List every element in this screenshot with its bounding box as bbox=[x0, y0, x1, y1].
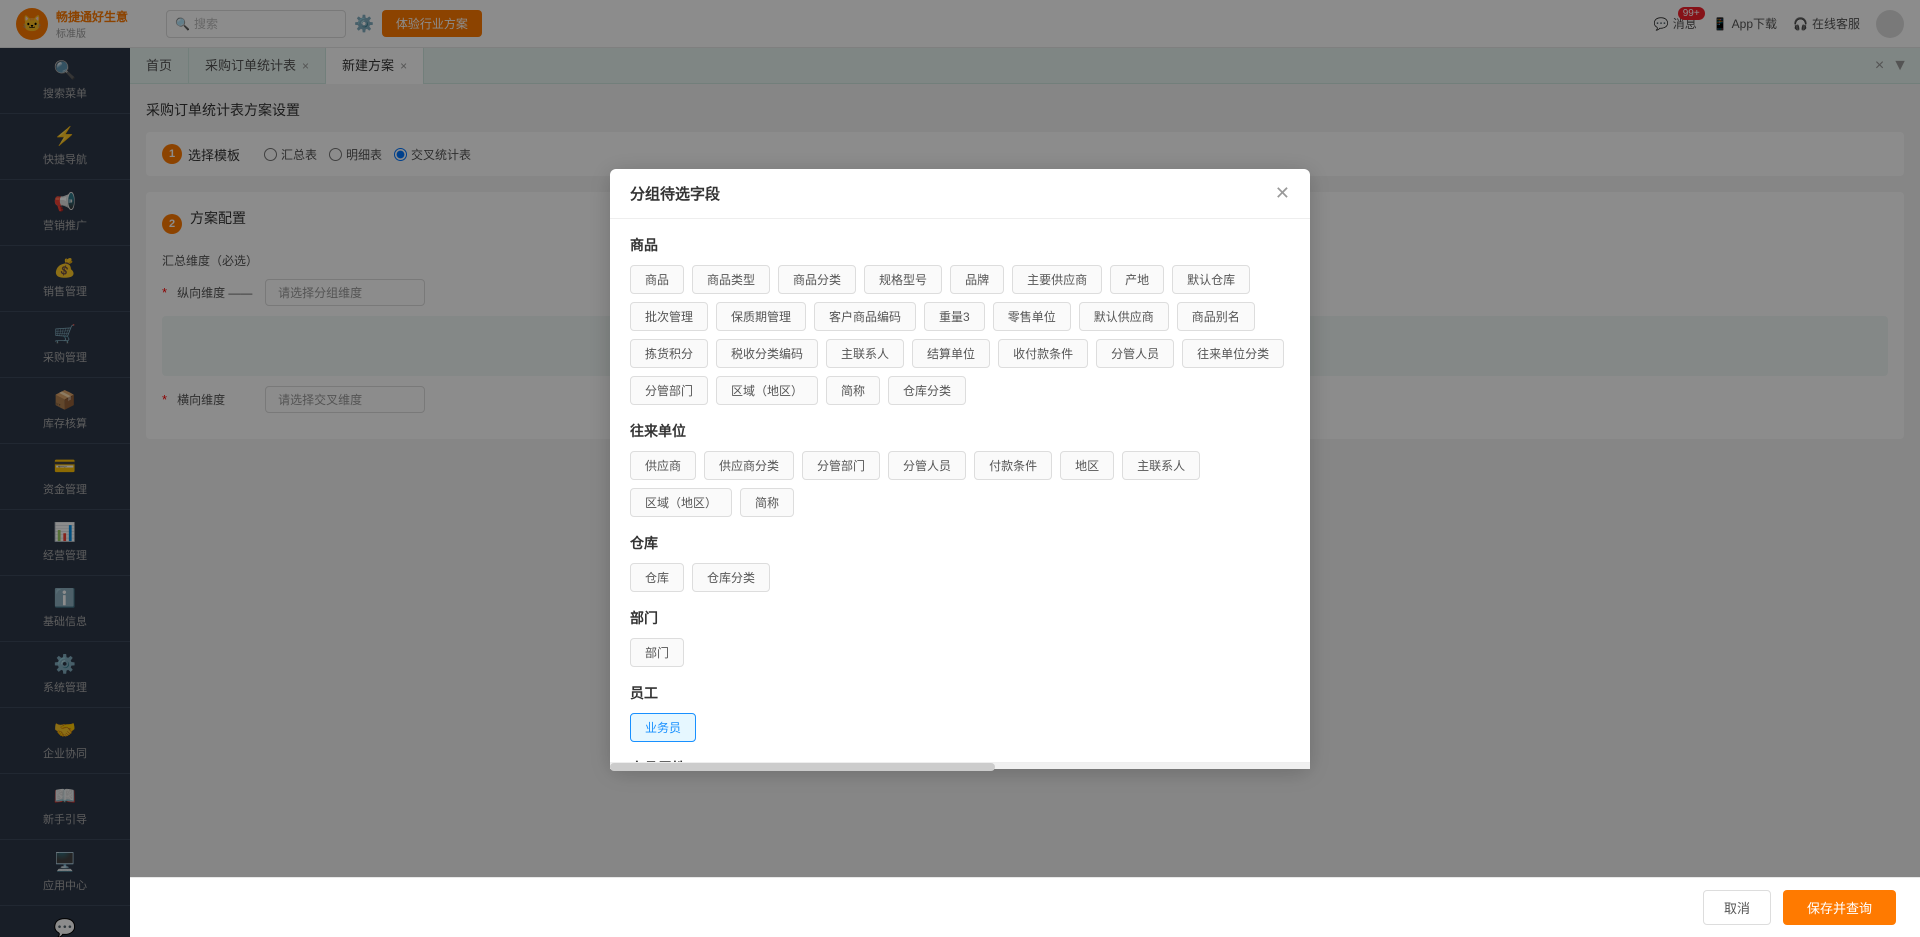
field-tag-warehouse-cat[interactable]: 仓库分类 bbox=[692, 563, 770, 592]
field-tag-shelf-life[interactable]: 保质期管理 bbox=[716, 302, 806, 331]
field-tag-counterpart-category[interactable]: 往来单位分类 bbox=[1182, 339, 1284, 368]
cancel-button[interactable]: 取消 bbox=[1703, 890, 1771, 925]
field-tag-pick-points[interactable]: 拣货积分 bbox=[630, 339, 708, 368]
field-tag-payment-terms[interactable]: 收付款条件 bbox=[998, 339, 1088, 368]
field-tag-default-warehouse[interactable]: 默认仓库 bbox=[1172, 265, 1250, 294]
field-tag-weight[interactable]: 重量3 bbox=[924, 302, 985, 331]
bottom-action-bar: 取消 保存并查询 bbox=[130, 877, 1920, 937]
section-goods-title: 商品 bbox=[630, 235, 1290, 255]
section-warehouse: 仓库 仓库 仓库分类 bbox=[630, 533, 1290, 592]
section-goods-tags: 商品 商品类型 商品分类 规格型号 品牌 主要供应商 产地 默认仓库 批次管理 … bbox=[630, 265, 1290, 405]
field-tag-batch-mgmt[interactable]: 批次管理 bbox=[630, 302, 708, 331]
modal-header: 分组待选字段 ✕ bbox=[610, 169, 1310, 219]
field-tag-salesperson[interactable]: 业务员 bbox=[630, 713, 696, 742]
field-tag-origin[interactable]: 产地 bbox=[1110, 265, 1164, 294]
section-counterpart: 往来单位 供应商 供应商分类 分管部门 分管人员 付款条件 地区 主联系人 区域… bbox=[630, 421, 1290, 517]
section-warehouse-title: 仓库 bbox=[630, 533, 1290, 553]
section-department-title: 部门 bbox=[630, 608, 1290, 628]
field-tag-counterpart-dept[interactable]: 分管部门 bbox=[802, 451, 880, 480]
field-tag-tax-code[interactable]: 税收分类编码 bbox=[716, 339, 818, 368]
field-tag-short-name[interactable]: 简称 bbox=[826, 376, 880, 405]
field-tag-goods[interactable]: 商品 bbox=[630, 265, 684, 294]
section-employee: 员工 业务员 bbox=[630, 683, 1290, 742]
field-tag-settlement-unit[interactable]: 结算单位 bbox=[912, 339, 990, 368]
field-tag-area[interactable]: 地区 bbox=[1060, 451, 1114, 480]
field-tag-short-name2[interactable]: 简称 bbox=[740, 488, 794, 517]
section-counterpart-title: 往来单位 bbox=[630, 421, 1290, 441]
scrollbar-thumb bbox=[610, 763, 995, 771]
field-tag-payment-cond[interactable]: 付款条件 bbox=[974, 451, 1052, 480]
modal-body: 商品 商品 商品类型 商品分类 规格型号 品牌 主要供应商 产地 默认仓库 批次… bbox=[610, 219, 1310, 762]
field-tag-retail-unit[interactable]: 零售单位 bbox=[993, 302, 1071, 331]
field-tag-brand[interactable]: 品牌 bbox=[950, 265, 1004, 294]
field-tag-region[interactable]: 区域（地区） bbox=[716, 376, 818, 405]
save-query-button[interactable]: 保存并查询 bbox=[1783, 890, 1896, 925]
field-tag-main-contact2[interactable]: 主联系人 bbox=[1122, 451, 1200, 480]
modal-close-icon[interactable]: ✕ bbox=[1275, 183, 1290, 204]
field-tag-goods-category[interactable]: 商品分类 bbox=[778, 265, 856, 294]
field-tag-dept[interactable]: 分管部门 bbox=[630, 376, 708, 405]
field-tag-department[interactable]: 部门 bbox=[630, 638, 684, 667]
field-tag-main-contact[interactable]: 主联系人 bbox=[826, 339, 904, 368]
field-tag-warehouse-category[interactable]: 仓库分类 bbox=[888, 376, 966, 405]
field-tag-goods-alias[interactable]: 商品别名 bbox=[1177, 302, 1255, 331]
field-tag-spec-model[interactable]: 规格型号 bbox=[864, 265, 942, 294]
modal-horizontal-scrollbar[interactable] bbox=[610, 762, 1310, 769]
section-warehouse-tags: 仓库 仓库分类 bbox=[630, 563, 1290, 592]
section-department: 部门 部门 bbox=[630, 608, 1290, 667]
section-counterpart-tags: 供应商 供应商分类 分管部门 分管人员 付款条件 地区 主联系人 区域（地区） … bbox=[630, 451, 1290, 517]
field-tag-default-supplier[interactable]: 默认供应商 bbox=[1079, 302, 1169, 331]
field-tag-supplier[interactable]: 供应商 bbox=[630, 451, 696, 480]
modal-dialog: 分组待选字段 ✕ 商品 商品 商品类型 商品分类 规格型号 品牌 主要供应商 产… bbox=[610, 169, 1310, 769]
field-tag-region2[interactable]: 区域（地区） bbox=[630, 488, 732, 517]
field-tag-main-supplier[interactable]: 主要供应商 bbox=[1012, 265, 1102, 294]
field-tag-goods-type[interactable]: 商品类型 bbox=[692, 265, 770, 294]
section-goods: 商品 商品 商品类型 商品分类 规格型号 品牌 主要供应商 产地 默认仓库 批次… bbox=[630, 235, 1290, 405]
field-tag-supervisor[interactable]: 分管人员 bbox=[1096, 339, 1174, 368]
modal-title: 分组待选字段 bbox=[630, 183, 720, 204]
section-department-tags: 部门 bbox=[630, 638, 1290, 667]
modal-backdrop: 分组待选字段 ✕ 商品 商品 商品类型 商品分类 规格型号 品牌 主要供应商 产… bbox=[0, 0, 1920, 937]
field-tag-supplier-category[interactable]: 供应商分类 bbox=[704, 451, 794, 480]
section-employee-title: 员工 bbox=[630, 683, 1290, 703]
field-tag-counterpart-person[interactable]: 分管人员 bbox=[888, 451, 966, 480]
field-tag-warehouse[interactable]: 仓库 bbox=[630, 563, 684, 592]
section-employee-tags: 业务员 bbox=[630, 713, 1290, 742]
field-tag-customer-code[interactable]: 客户商品编码 bbox=[814, 302, 916, 331]
